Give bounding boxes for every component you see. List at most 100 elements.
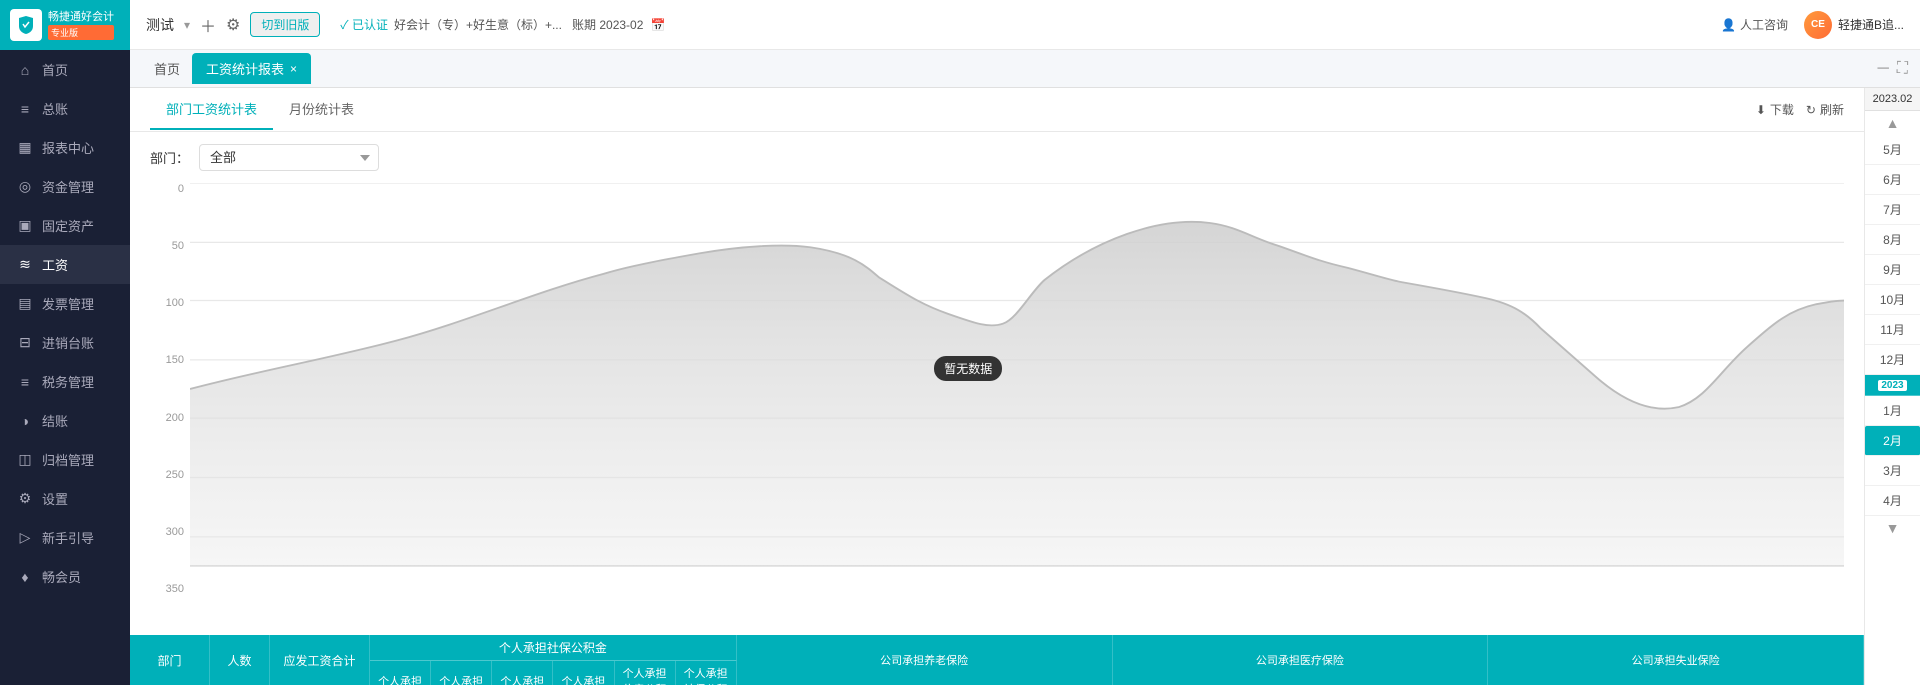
sidebar-item-report[interactable]: ▦ 报表中心 bbox=[0, 128, 130, 167]
sidebar-item-ledger[interactable]: ≡ 总账 bbox=[0, 89, 130, 128]
y-label-100: 100 bbox=[150, 297, 190, 309]
sales-icon: ⊟ bbox=[16, 334, 34, 351]
sidebar-item-asset[interactable]: ▣ 固定资产 bbox=[0, 206, 130, 245]
rp-month-apr[interactable]: 4月 bbox=[1865, 486, 1920, 516]
sidebar-item-label: 进销台账 bbox=[42, 333, 94, 352]
sub-tabbar: 部门工资统计表 月份统计表 ⬇ 下载 ↻ 刷新 bbox=[130, 88, 1864, 132]
sidebar-item-label: 归档管理 bbox=[42, 450, 94, 469]
th-personal-housing-fund: 个人承担住房公积金 bbox=[615, 661, 676, 685]
rp-nav-down[interactable]: ▼ bbox=[1865, 516, 1920, 540]
tabbar: 首页 工资统计报表 × ─ ⛶ bbox=[130, 50, 1920, 88]
refresh-icon: ↻ bbox=[1806, 103, 1816, 117]
sidebar-item-label: 发票管理 bbox=[42, 294, 94, 313]
rp-year-tag: 2023 bbox=[1878, 380, 1906, 391]
rp-month-jan[interactable]: 1月 bbox=[1865, 396, 1920, 426]
archive-icon: ◫ bbox=[16, 451, 34, 468]
download-btn[interactable]: ⬇ 下载 bbox=[1756, 101, 1794, 118]
rp-month-8[interactable]: 8月 bbox=[1865, 225, 1920, 255]
tab-monthly-salary[interactable]: 月份统计表 bbox=[273, 89, 370, 130]
rp-month-11[interactable]: 11月 bbox=[1865, 315, 1920, 345]
th-personal-pension: 个人承担养老保险 bbox=[370, 661, 431, 685]
th-personal-total: 个人承担社保公积金合计 bbox=[676, 661, 737, 685]
sidebar-item-label: 资金管理 bbox=[42, 177, 94, 196]
logo-text: 畅捷通好会计 bbox=[48, 10, 114, 24]
settle-icon: ◑ bbox=[16, 413, 34, 429]
topbar-right: 👤 人工咨询 CE 轻捷通B追... bbox=[1721, 11, 1904, 39]
th-company-medical: 公司承担医疗保险 bbox=[1113, 635, 1489, 685]
subscription-tags: 好会计（专）+好生意（标）+... bbox=[394, 16, 562, 33]
home-icon: ⌂ bbox=[16, 62, 34, 78]
sidebar-item-settle[interactable]: ◑ 结账 bbox=[0, 401, 130, 440]
sidebar-item-settings[interactable]: ⚙ 设置 bbox=[0, 479, 130, 518]
sub-tab-actions: ⬇ 下载 ↻ 刷新 bbox=[1756, 101, 1844, 118]
period-label: 账期 2023-02 📅 bbox=[572, 16, 666, 33]
sidebar-item-archive[interactable]: ◫ 归档管理 bbox=[0, 440, 130, 479]
rp-month-9[interactable]: 9月 bbox=[1865, 255, 1920, 285]
th-personal-group-label: 个人承担社保公积金 bbox=[370, 635, 737, 661]
fund-icon: ◎ bbox=[16, 178, 34, 195]
sidebar-item-guide[interactable]: ▷ 新手引导 bbox=[0, 518, 130, 557]
sidebar-item-label: 设置 bbox=[42, 489, 68, 508]
calendar-icon[interactable]: 📅 bbox=[651, 18, 666, 32]
rp-month-10[interactable]: 10月 bbox=[1865, 285, 1920, 315]
th-total-salary: 应发工资合计 bbox=[270, 635, 370, 685]
table-header: 部门 人数 应发工资合计 个人承担社保公积金 个人承担养老保险 个人承担医疗保险… bbox=[130, 635, 1864, 685]
sidebar-item-member[interactable]: ♦ 畅会员 bbox=[0, 557, 130, 596]
sidebar: 畅捷通好会计 专业版 ⌂ 首页 ≡ 总账 ▦ 报表中心 ◎ 资金管理 ▣ 固定资… bbox=[0, 0, 130, 685]
sub-tabs: 部门工资统计表 月份统计表 bbox=[150, 89, 370, 130]
service-icon: 👤 bbox=[1721, 18, 1736, 32]
refresh-btn[interactable]: ↻ 刷新 bbox=[1806, 101, 1844, 118]
th-personal-unemployment: 个人承担失业保险 bbox=[492, 661, 553, 685]
gear-icon[interactable]: ⚙ bbox=[226, 15, 240, 35]
chart-svg-wrap: 暂无数据 bbox=[190, 183, 1844, 595]
sidebar-item-label: 首页 bbox=[42, 60, 68, 79]
tab-dept-salary[interactable]: 部门工资统计表 bbox=[150, 89, 273, 130]
sidebar-item-salary[interactable]: ≋ 工资 bbox=[0, 245, 130, 284]
rp-nav-up[interactable]: ▲ bbox=[1865, 111, 1920, 135]
maximize-icon[interactable]: ⛶ bbox=[1897, 60, 1908, 78]
ledger-icon: ≡ bbox=[16, 101, 34, 117]
dropdown-arrow-icon[interactable]: ▾ bbox=[184, 18, 190, 32]
content-main: 部门工资统计表 月份统计表 ⬇ 下载 ↻ 刷新 部门： bbox=[130, 88, 1864, 685]
topbar: 测试 ▾ ＋ ⚙ 切到旧版 ✓ 已认证 好会计（专）+好生意（标）+... 账期… bbox=[130, 0, 1920, 50]
sidebar-item-home[interactable]: ⌂ 首页 bbox=[0, 50, 130, 89]
y-label-0: 0 bbox=[150, 183, 190, 195]
sidebar-item-invoice[interactable]: ▤ 发票管理 bbox=[0, 284, 130, 323]
sidebar-item-label: 畅会员 bbox=[42, 567, 81, 586]
sidebar-item-label: 报表中心 bbox=[42, 138, 94, 157]
th-personal-serious-illness: 个人承担大额医疗 bbox=[553, 661, 614, 685]
th-headcount: 人数 bbox=[210, 635, 270, 685]
tab-home[interactable]: 首页 bbox=[142, 53, 192, 84]
topbar-title: 测试 bbox=[146, 15, 174, 35]
dept-filter-select[interactable]: 全部 bbox=[199, 144, 379, 171]
sidebar-item-sales[interactable]: ⊟ 进销台账 bbox=[0, 323, 130, 362]
rp-month-feb[interactable]: 2月 bbox=[1865, 426, 1920, 456]
invoice-icon: ▤ bbox=[16, 295, 34, 312]
service-btn[interactable]: 👤 人工咨询 bbox=[1721, 16, 1788, 33]
tab-close-icon[interactable]: × bbox=[290, 62, 297, 76]
tab-salary-report[interactable]: 工资统计报表 × bbox=[192, 53, 311, 84]
rp-month-6[interactable]: 6月 bbox=[1865, 165, 1920, 195]
filter-row: 部门： 全部 bbox=[130, 132, 1864, 183]
rp-period-display: 2023.02 bbox=[1865, 88, 1920, 111]
add-icon[interactable]: ＋ bbox=[200, 13, 216, 37]
rp-month-7[interactable]: 7月 bbox=[1865, 195, 1920, 225]
logo-badge: 专业版 bbox=[48, 25, 114, 40]
sidebar-item-fund[interactable]: ◎ 资金管理 bbox=[0, 167, 130, 206]
guide-icon: ▷ bbox=[16, 529, 34, 546]
chart-svg bbox=[190, 183, 1844, 595]
minimize-icon[interactable]: ─ bbox=[1877, 60, 1888, 78]
switch-old-btn[interactable]: 切到旧版 bbox=[250, 12, 320, 37]
rp-month-12[interactable]: 12月 bbox=[1865, 345, 1920, 375]
rp-month-5[interactable]: 5月 bbox=[1865, 135, 1920, 165]
username-label: 轻捷通B追... bbox=[1838, 16, 1904, 33]
user-menu[interactable]: CE 轻捷通B追... bbox=[1804, 11, 1904, 39]
topbar-tags: ✓ 已认证 好会计（专）+好生意（标）+... 账期 2023-02 📅 bbox=[340, 16, 665, 33]
sidebar-item-tax[interactable]: ≡ 税务管理 bbox=[0, 362, 130, 401]
y-label-50: 50 bbox=[150, 240, 190, 252]
member-icon: ♦ bbox=[16, 569, 34, 585]
sidebar-item-label: 新手引导 bbox=[42, 528, 94, 547]
rp-year-2023: 2023 bbox=[1865, 375, 1920, 396]
rp-month-mar[interactable]: 3月 bbox=[1865, 456, 1920, 486]
th-personal-medical: 个人承担医疗保险 bbox=[431, 661, 492, 685]
